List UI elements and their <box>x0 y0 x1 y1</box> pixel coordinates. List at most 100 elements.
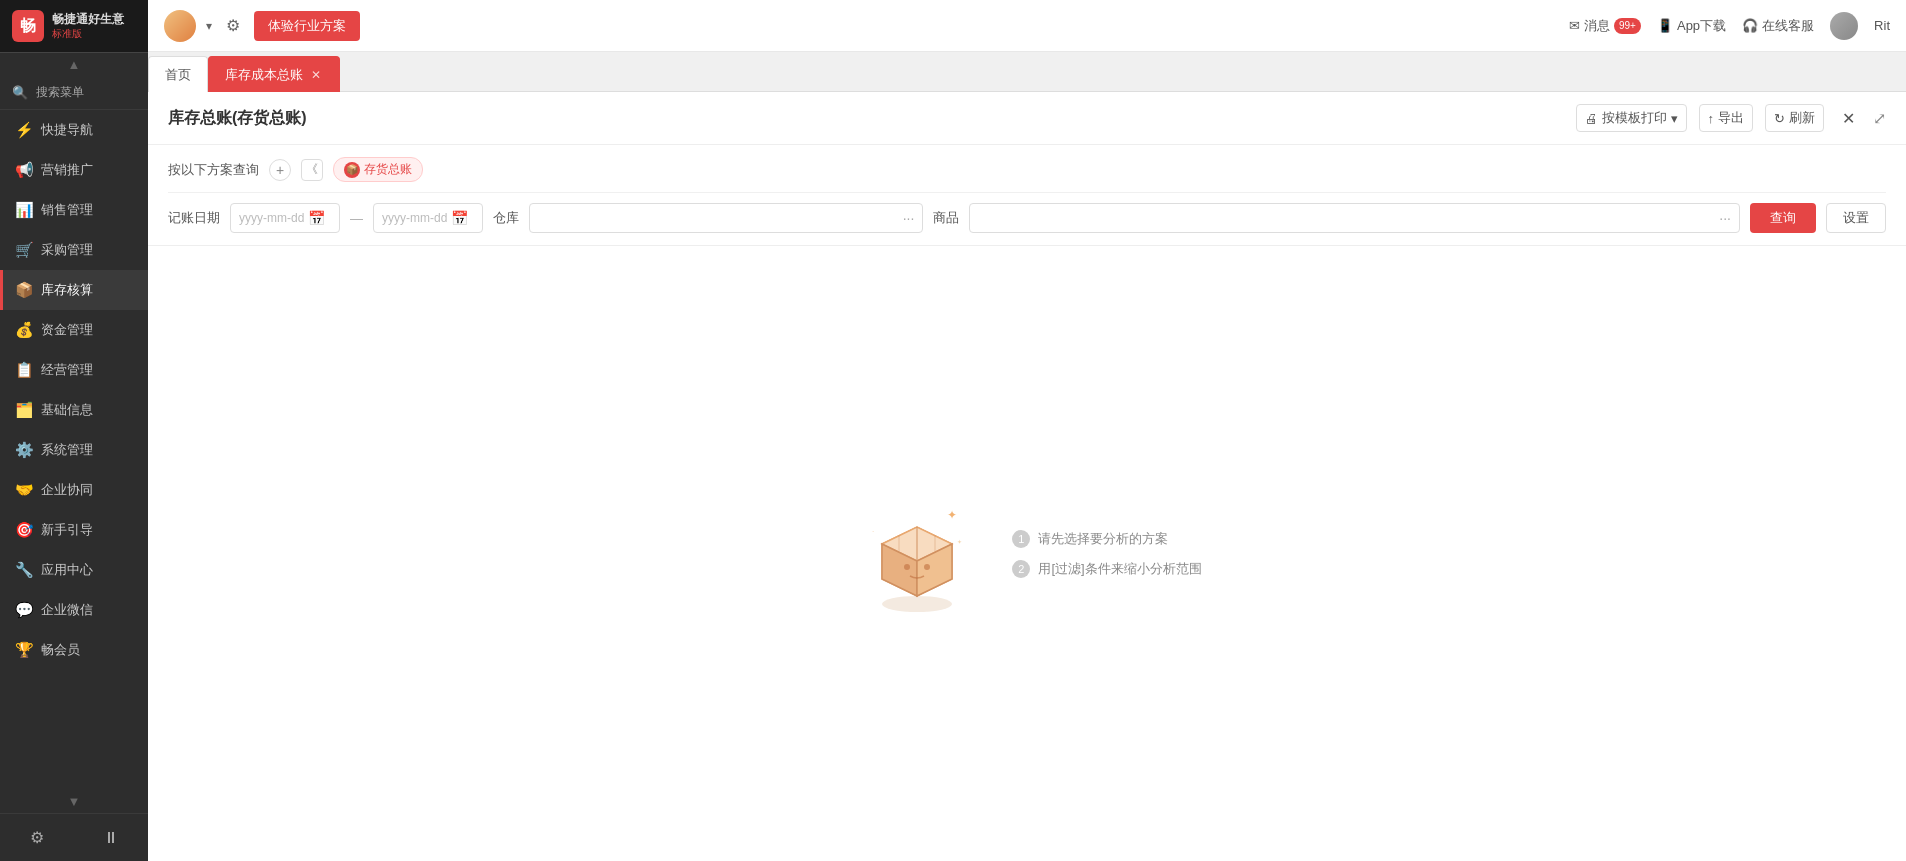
sidebar-item-label: 基础信息 <box>41 401 93 419</box>
sales-icon: 📊 <box>15 201 33 219</box>
sidebar-item-label: 畅会员 <box>41 641 80 659</box>
export-label: 导出 <box>1718 109 1744 127</box>
tab-home[interactable]: 首页 <box>148 56 208 92</box>
headset-icon: 🎧 <box>1742 18 1758 33</box>
app-center-icon: 🔧 <box>15 561 33 579</box>
empty-illustration: ✦ · ✦ <box>852 489 982 619</box>
page-header: 库存总账(存货总账) 🖨 按模板打印 ▾ ↑ 导出 ↻ 刷新 ✕ ⤢ <box>148 92 1906 145</box>
gear-icon[interactable]: ⚙ <box>222 12 244 39</box>
hint-2-text: 用[过滤]条件来缩小分析范围 <box>1038 560 1201 578</box>
app-download-icon: 📱 <box>1657 18 1673 33</box>
print-template-button[interactable]: 🖨 按模板打印 ▾ <box>1576 104 1687 132</box>
sidebar-item-label: 应用中心 <box>41 561 93 579</box>
tab-close-icon[interactable]: ✕ <box>309 68 323 82</box>
refresh-label: 刷新 <box>1789 109 1815 127</box>
sidebar-item-label: 系统管理 <box>41 441 93 459</box>
search-menu-item[interactable]: 🔍 搜索菜单 <box>0 76 148 110</box>
audio-bottom-btn[interactable]: ⏸ <box>97 823 125 853</box>
goods-input[interactable]: ··· <box>969 203 1740 233</box>
sidebar-menu-list: ⚡ 快捷导航 📢 营销推广 📊 销售管理 🛒 采购管理 📦 库存核算 💰 资金管… <box>0 110 148 790</box>
sidebar: 畅 畅捷通好生意 标准版 ▲ 🔍 搜索菜单 ⚡ 快捷导航 📢 营销推广 📊 销售… <box>0 0 148 861</box>
operation-icon: 📋 <box>15 361 33 379</box>
enterprise-icon: 🤝 <box>15 481 33 499</box>
sidebar-item-label: 新手引导 <box>41 521 93 539</box>
refresh-button[interactable]: ↻ 刷新 <box>1765 104 1824 132</box>
date-field-label: 记账日期 <box>168 209 220 227</box>
date-start-input[interactable]: yyyy-mm-dd 📅 <box>230 203 340 233</box>
user-name[interactable]: Rit <box>1874 18 1890 33</box>
sidebar-item-quick-nav[interactable]: ⚡ 快捷导航 <box>0 110 148 150</box>
sidebar-item-label: 采购管理 <box>41 241 93 259</box>
topbar-user-avatar-right[interactable] <box>1830 12 1858 40</box>
scroll-up-arrow[interactable]: ▲ <box>0 53 148 76</box>
sidebar-bottom: ⚙ ⏸ <box>0 813 148 861</box>
sidebar-item-funds[interactable]: 💰 资金管理 <box>0 310 148 350</box>
search-menu-label: 搜索菜单 <box>36 84 84 101</box>
sidebar-item-label: 资金管理 <box>41 321 93 339</box>
industry-solution-button[interactable]: 体验行业方案 <box>254 11 360 41</box>
online-service-button[interactable]: 🎧 在线客服 <box>1742 17 1814 35</box>
message-badge: 99+ <box>1614 18 1641 34</box>
printer-icon: 🖨 <box>1585 111 1598 126</box>
scroll-down-arrow[interactable]: ▼ <box>0 790 148 813</box>
date-start-placeholder: yyyy-mm-dd <box>239 211 304 225</box>
date-separator: — <box>350 211 363 226</box>
app-download-label: App下载 <box>1677 17 1726 35</box>
online-service-label: 在线客服 <box>1762 17 1814 35</box>
message-icon: ✉ <box>1569 18 1580 33</box>
sidebar-item-enterprise[interactable]: 🤝 企业协同 <box>0 470 148 510</box>
tabs-bar: 首页 库存成本总账 ✕ <box>148 52 1906 92</box>
message-button[interactable]: ✉ 消息 99+ <box>1569 17 1641 35</box>
tab-inventory-cost[interactable]: 库存成本总账 ✕ <box>208 56 340 92</box>
expand-icon[interactable]: ⤢ <box>1873 109 1886 128</box>
filter-bar: 按以下方案查询 + 《 📦 存货总账 记账日期 yyyy-mm-dd 📅 — y… <box>148 145 1906 246</box>
goods-field-label: 商品 <box>933 209 959 227</box>
chevron-down-icon[interactable]: ▾ <box>206 19 212 33</box>
sidebar-item-vip[interactable]: 🏆 畅会员 <box>0 630 148 670</box>
sidebar-item-inventory[interactable]: 📦 库存核算 <box>0 270 148 310</box>
funds-icon: 💰 <box>15 321 33 339</box>
filter-collapse-button[interactable]: 《 <box>301 159 323 181</box>
sidebar-item-app-center[interactable]: 🔧 应用中心 <box>0 550 148 590</box>
query-button[interactable]: 查询 <box>1750 203 1816 233</box>
wx-icon: 💬 <box>15 601 33 619</box>
date-end-placeholder: yyyy-mm-dd <box>382 211 447 225</box>
date-end-input[interactable]: yyyy-mm-dd 📅 <box>373 203 483 233</box>
hint-1-text: 请先选择要分析的方案 <box>1038 530 1168 548</box>
sidebar-item-wx[interactable]: 💬 企业微信 <box>0 590 148 630</box>
settings-button[interactable]: 设置 <box>1826 203 1886 233</box>
goods-more-icon: ··· <box>1719 210 1731 226</box>
hint-1: 1 请先选择要分析的方案 <box>1012 530 1201 548</box>
sidebar-item-system[interactable]: ⚙️ 系统管理 <box>0 430 148 470</box>
sidebar-item-newbie[interactable]: 🎯 新手引导 <box>0 510 148 550</box>
svg-point-9 <box>924 564 930 570</box>
panel-close-button[interactable]: ✕ <box>1836 105 1861 132</box>
sidebar-item-basic[interactable]: 🗂️ 基础信息 <box>0 390 148 430</box>
filter-add-button[interactable]: + <box>269 159 291 181</box>
avatar <box>164 10 196 42</box>
sidebar-item-sales[interactable]: 📊 销售管理 <box>0 190 148 230</box>
filter-scheme-label: 按以下方案查询 <box>168 161 259 179</box>
vip-icon: 🏆 <box>15 641 33 659</box>
warehouse-field-label: 仓库 <box>493 209 519 227</box>
warehouse-input[interactable]: ··· <box>529 203 923 233</box>
topbar-right: ✉ 消息 99+ 📱 App下载 🎧 在线客服 Rit <box>1569 12 1890 40</box>
page-header-actions: 🖨 按模板打印 ▾ ↑ 导出 ↻ 刷新 ✕ ⤢ <box>1576 104 1887 132</box>
svg-text:✦: ✦ <box>947 508 957 522</box>
sidebar-item-operation[interactable]: 📋 经营管理 <box>0 350 148 390</box>
inventory-icon: 📦 <box>15 281 33 299</box>
step-1-num: 1 <box>1012 530 1030 548</box>
svg-text:·: · <box>872 527 874 536</box>
sidebar-item-purchase[interactable]: 🛒 采购管理 <box>0 230 148 270</box>
sidebar-item-label: 企业微信 <box>41 601 93 619</box>
settings-bottom-btn[interactable]: ⚙ <box>24 822 50 853</box>
app-download-button[interactable]: 📱 App下载 <box>1657 17 1726 35</box>
sidebar-item-marketing[interactable]: 📢 营销推广 <box>0 150 148 190</box>
refresh-icon: ↻ <box>1774 111 1785 126</box>
content-area: 库存总账(存货总账) 🖨 按模板打印 ▾ ↑ 导出 ↻ 刷新 ✕ ⤢ <box>148 92 1906 861</box>
export-button[interactable]: ↑ 导出 <box>1699 104 1754 132</box>
search-icon: 🔍 <box>12 85 28 100</box>
scheme-tag[interactable]: 📦 存货总账 <box>333 157 423 182</box>
marketing-icon: 📢 <box>15 161 33 179</box>
empty-content: ✦ · ✦ 1 请先选择要分析的方案 2 用[过滤]条件来缩小分析范围 <box>852 489 1201 619</box>
